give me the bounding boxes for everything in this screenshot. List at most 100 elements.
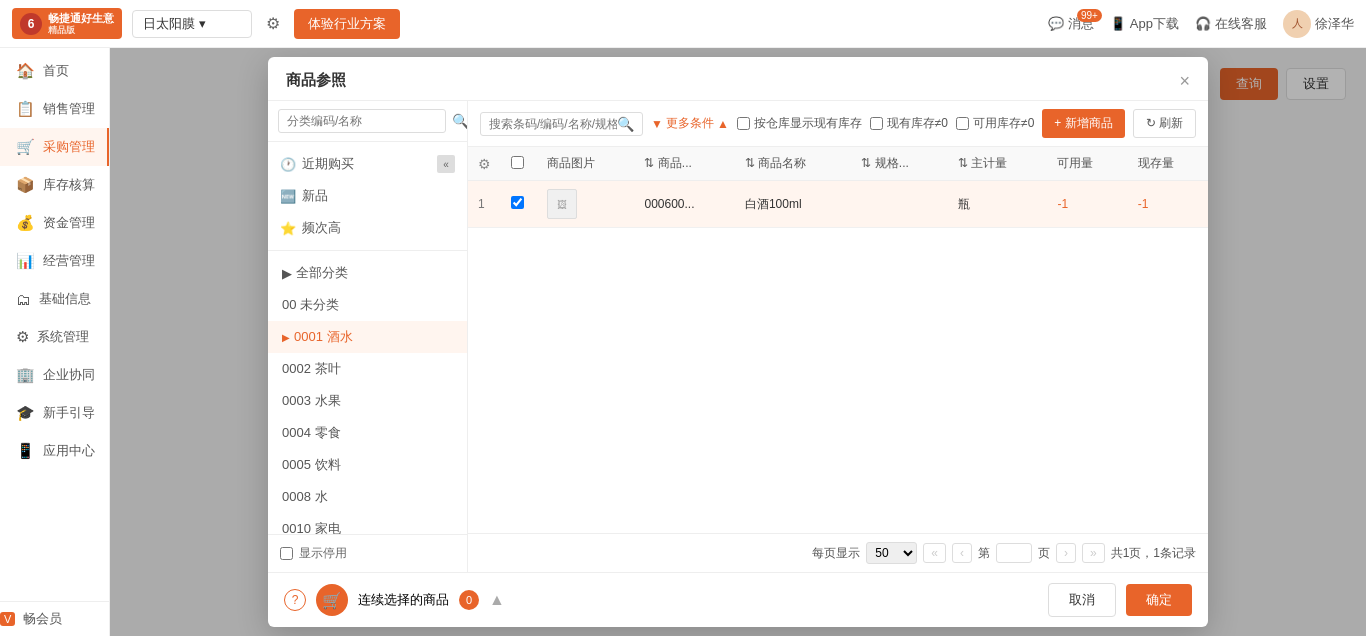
product-search-input[interactable]: [489, 117, 617, 131]
stock-ne0-checkbox[interactable]: [870, 117, 883, 130]
cat-all-tri: ▶: [282, 266, 292, 281]
refresh-button[interactable]: ↻ 刷新: [1133, 109, 1196, 138]
logo: 6 畅捷通好生意 精品版: [12, 8, 122, 38]
row-available: -1: [1047, 181, 1127, 228]
cat-item-0005[interactable]: 0005 饮料: [268, 449, 467, 481]
row-unit: 瓶: [948, 181, 1047, 228]
cat-new-item[interactable]: 🆕 新品: [268, 180, 467, 212]
cat-item-0003[interactable]: 0003 水果: [268, 385, 467, 417]
next-page-button[interactable]: ›: [1056, 543, 1076, 563]
cat-recent-item[interactable]: 🕐 近期购买 «: [268, 148, 467, 180]
sidebar-item-sales[interactable]: 📋 销售管理: [0, 90, 109, 128]
product-search-icon[interactable]: 🔍: [617, 116, 634, 132]
sidebar-label-enterprise: 企业协同: [43, 366, 95, 384]
filter-button[interactable]: ▼ 更多条件 ▲: [651, 115, 729, 132]
sidebar-label-sales: 销售管理: [43, 100, 95, 118]
main-layout: 🏠 首页 📋 销售管理 🛒 采购管理 📦 库存核算 💰 资金管理 📊 经营管理 …: [0, 48, 1366, 636]
col-unit: ⇅ 主计量: [948, 147, 1047, 181]
add-product-button[interactable]: + 新增商品: [1042, 109, 1124, 138]
sidebar-item-appcenter[interactable]: 📱 应用中心: [0, 432, 109, 470]
cat-item-0004[interactable]: 0004 零食: [268, 417, 467, 449]
confirm-button[interactable]: 确定: [1126, 584, 1192, 616]
cat-frequent-item[interactable]: ⭐ 频次高: [268, 212, 467, 244]
sidebar-item-system[interactable]: ⚙ 系统管理: [0, 318, 109, 356]
app-download-btn[interactable]: 📱 App下载: [1110, 15, 1179, 33]
phone-icon: 📱: [1110, 16, 1126, 31]
collapse-icon[interactable]: ▲: [489, 591, 505, 609]
help-button[interactable]: ?: [284, 589, 306, 611]
product-table: ⚙ 商品图片: [468, 147, 1208, 533]
cat-item-0002[interactable]: 0002 茶叶: [268, 353, 467, 385]
col-name: ⇅ 商品名称: [735, 147, 852, 181]
cat-all-item[interactable]: ▶ 全部分类: [268, 257, 467, 289]
newbie-icon: 🎓: [16, 404, 35, 422]
trial-button[interactable]: 体验行业方案: [294, 9, 400, 39]
cat-search-icon[interactable]: 🔍: [452, 113, 468, 129]
avail-ne0-checkbox[interactable]: [956, 117, 969, 130]
modal-header: 商品参照 ×: [268, 57, 1208, 101]
avatar: 人: [1283, 10, 1311, 38]
row-img-cell: 🖼: [537, 181, 634, 228]
warehouse-label: 按仓库显示现有库存: [754, 115, 862, 132]
sidebar-item-finance[interactable]: 💰 资金管理: [0, 204, 109, 242]
username: 徐泽华: [1315, 15, 1354, 33]
row-checkbox-cell: [501, 181, 537, 228]
first-page-button[interactable]: «: [923, 543, 946, 563]
cat-item-0001[interactable]: ▶ 0001 酒水: [268, 321, 467, 353]
warehouse-checkbox[interactable]: [737, 117, 750, 130]
row-name: 白酒100ml: [735, 181, 852, 228]
cart-count-badge: 0: [459, 590, 479, 610]
cat-item-00-label: 00 未分类: [282, 296, 339, 314]
row-checkbox[interactable]: [511, 196, 524, 209]
member-icon: V: [0, 612, 15, 626]
cat-item-00[interactable]: 00 未分类: [268, 289, 467, 321]
cat-quick-items: 🕐 近期购买 « 🆕 新品 ⭐ 频次高: [268, 142, 467, 251]
cancel-button[interactable]: 取消: [1048, 583, 1116, 617]
messages-btn[interactable]: 💬 消息 99+: [1048, 15, 1094, 33]
select-all-checkbox[interactable]: [511, 156, 524, 169]
sidebar-item-purchase[interactable]: 🛒 采购管理: [0, 128, 109, 166]
online-service-label: 在线客服: [1215, 15, 1267, 33]
sidebar-item-enterprise[interactable]: 🏢 企业协同: [0, 356, 109, 394]
modal-body: 🔍 🕐 近期购买 « 🆕 新品: [268, 101, 1208, 572]
prev-page-button[interactable]: ‹: [952, 543, 972, 563]
cart-label: 连续选择的商品: [358, 591, 449, 609]
show-disabled-checkbox[interactable]: [280, 547, 293, 560]
messages-badge: 99+: [1077, 9, 1102, 22]
sidebar-item-member[interactable]: V 畅会员: [0, 601, 109, 636]
cat-new-label: 新品: [302, 187, 328, 205]
appcenter-icon: 📱: [16, 442, 35, 460]
last-page-button[interactable]: »: [1082, 543, 1105, 563]
sidebar-item-inventory[interactable]: 📦 库存核算: [0, 166, 109, 204]
cat-all-label: 全部分类: [296, 264, 348, 282]
col-available: 可用量: [1047, 147, 1127, 181]
cat-item-0008[interactable]: 0008 水: [268, 481, 467, 513]
page-number-input[interactable]: 1: [996, 543, 1032, 563]
enterprise-icon: 🏢: [16, 366, 35, 384]
branch-dropdown[interactable]: 日太阳膜 ▾: [132, 10, 252, 38]
sidebar-item-home[interactable]: 🏠 首页: [0, 52, 109, 90]
frequent-icon: ⭐: [280, 221, 296, 236]
sidebar-item-operation[interactable]: 📊 经营管理: [0, 242, 109, 280]
sidebar-item-newbie[interactable]: 🎓 新手引导: [0, 394, 109, 432]
col-settings-icon[interactable]: ⚙: [478, 156, 491, 172]
cart-button[interactable]: 🛒: [316, 584, 348, 616]
cat-collapse-btn[interactable]: «: [437, 155, 455, 173]
stock-ne0-label: 现有库存≠0: [887, 115, 948, 132]
table-row[interactable]: 1 🖼: [468, 181, 1208, 228]
cat-item-0010[interactable]: 0010 家电: [268, 513, 467, 534]
product-panel: 🔍 ▼ 更多条件 ▲ 按仓库显示现有库存: [468, 101, 1208, 572]
online-service-btn[interactable]: 🎧 在线客服: [1195, 15, 1267, 33]
inventory-icon: 📦: [16, 176, 35, 194]
row-code: 000600...: [634, 181, 734, 228]
modal-close-button[interactable]: ×: [1179, 72, 1190, 90]
recent-icon: 🕐: [280, 157, 296, 172]
sidebar-item-basic[interactable]: 🗂 基础信息: [0, 280, 109, 318]
cat-search-input[interactable]: [278, 109, 446, 133]
page-size-select[interactable]: 50 100 200: [866, 542, 917, 564]
col-spec: ⇅ 规格...: [851, 147, 948, 181]
settings-icon[interactable]: ⚙: [266, 14, 280, 33]
page-label: 第: [978, 545, 990, 562]
user-area[interactable]: 人 徐泽华: [1283, 10, 1354, 38]
cat-list: ▶ 全部分类 00 未分类 ▶ 0001 酒水 0002 茶: [268, 251, 467, 534]
